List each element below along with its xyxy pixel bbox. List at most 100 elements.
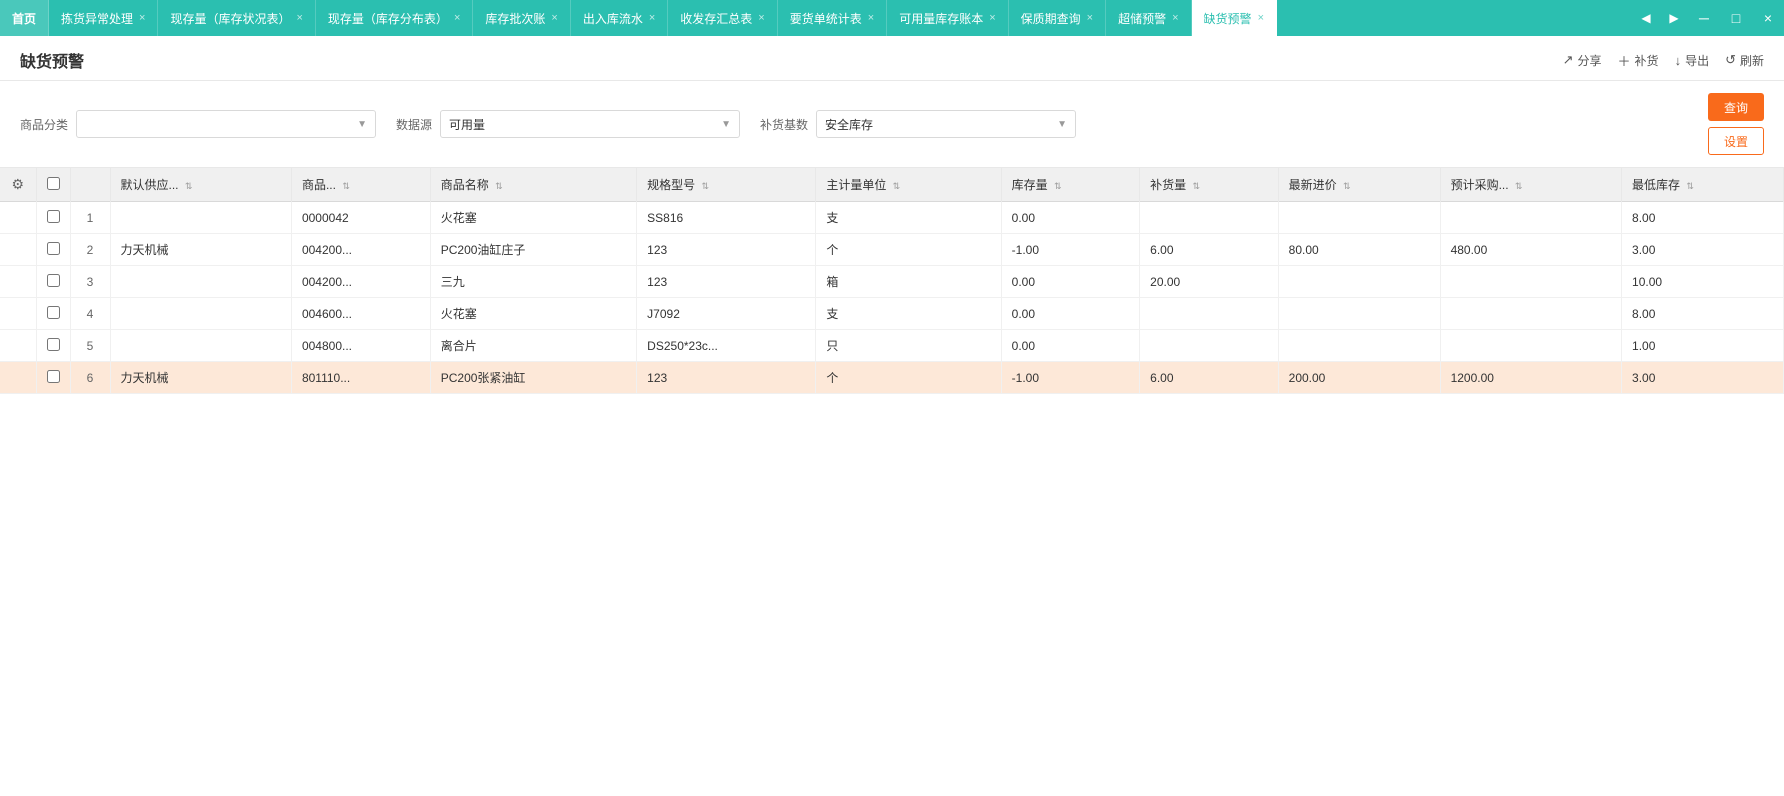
row-unit: 只 <box>816 330 1001 362</box>
tab-available-ledger-close[interactable]: × <box>989 12 995 24</box>
th-est-purchase[interactable]: 预计采购... ⇅ <box>1440 168 1621 202</box>
window-close-btn[interactable]: × <box>1752 0 1784 36</box>
row-checkbox[interactable] <box>47 274 60 287</box>
row-min-inventory: 8.00 <box>1622 298 1784 330</box>
main-content: 缺货预警 ↗ 分享 ＋ 补货 ↓ 导出 ↺ 刷新 商品分类 <box>0 36 1784 796</box>
row-spec: 123 <box>637 266 816 298</box>
th-min-inventory[interactable]: 最低库存 ⇅ <box>1622 168 1784 202</box>
row-checkbox[interactable] <box>47 338 60 351</box>
table-body: 1 0000042 火花塞 SS816 支 0.00 8.00 2 力天机械 0… <box>0 202 1784 394</box>
th-default-supplier-label: 默认供应... <box>121 178 179 192</box>
row-checkbox-cell[interactable] <box>36 330 70 362</box>
row-checkbox-cell[interactable] <box>36 234 70 266</box>
tab-prev-btn[interactable]: ◀ <box>1632 0 1660 36</box>
row-checkbox[interactable] <box>47 306 60 319</box>
row-est-purchase: 1200.00 <box>1440 362 1621 394</box>
datasource-label: 数据源 <box>396 116 432 133</box>
replenish-icon: ＋ <box>1618 51 1631 70</box>
row-latest-price <box>1278 266 1440 298</box>
tab-expiry-query[interactable]: 保质期查询 × <box>1009 0 1106 36</box>
tab-overstock-warning-label: 超储预警 <box>1118 10 1166 27</box>
row-checkbox-cell[interactable] <box>36 298 70 330</box>
datasource-select[interactable]: 可用量 ▼ <box>440 110 740 138</box>
row-checkbox-cell[interactable] <box>36 266 70 298</box>
refresh-action[interactable]: ↺ 刷新 <box>1725 52 1764 69</box>
tab-inout-flow[interactable]: 出入库流水 × <box>571 0 668 36</box>
select-all-checkbox[interactable] <box>47 177 60 190</box>
tab-order-stats[interactable]: 要货单统计表 × <box>778 0 887 36</box>
th-checkbox[interactable] <box>36 168 70 202</box>
row-checkbox[interactable] <box>47 210 60 223</box>
th-unit-label: 主计量单位 <box>826 178 886 192</box>
row-default-supplier: 力天机械 <box>110 234 291 266</box>
table-row: 1 0000042 火花塞 SS816 支 0.00 8.00 <box>0 202 1784 234</box>
row-inventory: 0.00 <box>1001 330 1139 362</box>
th-inventory[interactable]: 库存量 ⇅ <box>1001 168 1139 202</box>
tab-receive-summary[interactable]: 收发存汇总表 × <box>668 0 777 36</box>
sort-replenish-icon: ⇅ <box>1193 181 1201 191</box>
tab-inventory-distribution-close[interactable]: × <box>454 12 460 24</box>
tab-next-btn[interactable]: ▶ <box>1660 0 1688 36</box>
tab-receive-summary-close[interactable]: × <box>758 12 764 24</box>
row-checkbox[interactable] <box>47 242 60 255</box>
settings-button[interactable]: 设置 <box>1708 127 1764 155</box>
window-minimize-btn[interactable]: ─ <box>1688 0 1720 36</box>
tab-overstock-warning[interactable]: 超储预警 × <box>1106 0 1191 36</box>
row-spec: SS816 <box>637 202 816 234</box>
row-product-name: PC200张紧油缸 <box>430 362 636 394</box>
query-button[interactable]: 查询 <box>1708 93 1764 121</box>
row-product-code: 004200... <box>291 234 430 266</box>
category-select[interactable]: ▼ <box>76 110 376 138</box>
th-latest-price-label: 最新进价 <box>1289 178 1337 192</box>
tab-home[interactable]: 首页 <box>0 0 49 36</box>
tab-inout-flow-close[interactable]: × <box>649 12 655 24</box>
window-maximize-btn[interactable]: □ <box>1720 0 1752 36</box>
tab-inventory-status-close[interactable]: × <box>296 12 302 24</box>
row-inventory: -1.00 <box>1001 362 1139 394</box>
th-product-code[interactable]: 商品... ⇅ <box>291 168 430 202</box>
tab-overstock-warning-close[interactable]: × <box>1172 12 1178 24</box>
table-container: ⚙ 默认供应... ⇅ 商品... ⇅ 商品名称 <box>0 168 1784 796</box>
header-actions: ↗ 分享 ＋ 补货 ↓ 导出 ↺ 刷新 <box>1563 51 1764 70</box>
tab-shortage-warning[interactable]: 缺货预警 × <box>1192 0 1277 36</box>
th-settings[interactable]: ⚙ <box>0 168 36 202</box>
tab-available-ledger[interactable]: 可用量库存账本 × <box>887 0 1008 36</box>
row-spec: 123 <box>637 234 816 266</box>
column-settings-icon[interactable]: ⚙ <box>11 176 24 192</box>
tab-expiry-query-close[interactable]: × <box>1087 12 1093 24</box>
row-est-purchase <box>1440 330 1621 362</box>
tab-bar: 首页 拣货异常处理 × 现存量（库存状况表） × 现存量（库存分布表） × 库存… <box>0 0 1784 36</box>
row-default-supplier: 力天机械 <box>110 362 291 394</box>
th-spec[interactable]: 规格型号 ⇅ <box>637 168 816 202</box>
sort-min-icon: ⇅ <box>1686 181 1694 191</box>
replenish-base-select[interactable]: 安全库存 ▼ <box>816 110 1076 138</box>
th-latest-price[interactable]: 最新进价 ⇅ <box>1278 168 1440 202</box>
row-inventory: 0.00 <box>1001 298 1139 330</box>
row-latest-price: 200.00 <box>1278 362 1440 394</box>
replenish-action[interactable]: ＋ 补货 <box>1618 51 1659 70</box>
tab-inventory-distribution-label: 现存量（库存分布表） <box>328 10 448 27</box>
row-checkbox-cell[interactable] <box>36 202 70 234</box>
tab-batch-account[interactable]: 库存批次账 × <box>473 0 570 36</box>
data-table: ⚙ 默认供应... ⇅ 商品... ⇅ 商品名称 <box>0 168 1784 394</box>
tab-order-stats-label: 要货单统计表 <box>790 10 862 27</box>
tab-batch-account-close[interactable]: × <box>551 12 557 24</box>
tab-inventory-status[interactable]: 现存量（库存状况表） × <box>158 0 315 36</box>
row-product-code: 801110... <box>291 362 430 394</box>
share-action[interactable]: ↗ 分享 <box>1563 52 1602 69</box>
tab-picking-anomaly-close[interactable]: × <box>139 12 145 24</box>
row-checkbox[interactable] <box>47 370 60 383</box>
tab-shortage-warning-close[interactable]: × <box>1258 12 1264 24</box>
tab-picking-anomaly[interactable]: 拣货异常处理 × <box>49 0 158 36</box>
row-gear-cell <box>0 330 36 362</box>
th-unit[interactable]: 主计量单位 ⇅ <box>816 168 1001 202</box>
row-spec: J7092 <box>637 298 816 330</box>
tab-inventory-distribution[interactable]: 现存量（库存分布表） × <box>316 0 473 36</box>
row-checkbox-cell[interactable] <box>36 362 70 394</box>
th-default-supplier[interactable]: 默认供应... ⇅ <box>110 168 291 202</box>
export-action[interactable]: ↓ 导出 <box>1675 52 1710 69</box>
tab-order-stats-close[interactable]: × <box>868 12 874 24</box>
th-product-name[interactable]: 商品名称 ⇅ <box>430 168 636 202</box>
row-number: 5 <box>70 330 110 362</box>
th-replenish-qty[interactable]: 补货量 ⇅ <box>1140 168 1278 202</box>
